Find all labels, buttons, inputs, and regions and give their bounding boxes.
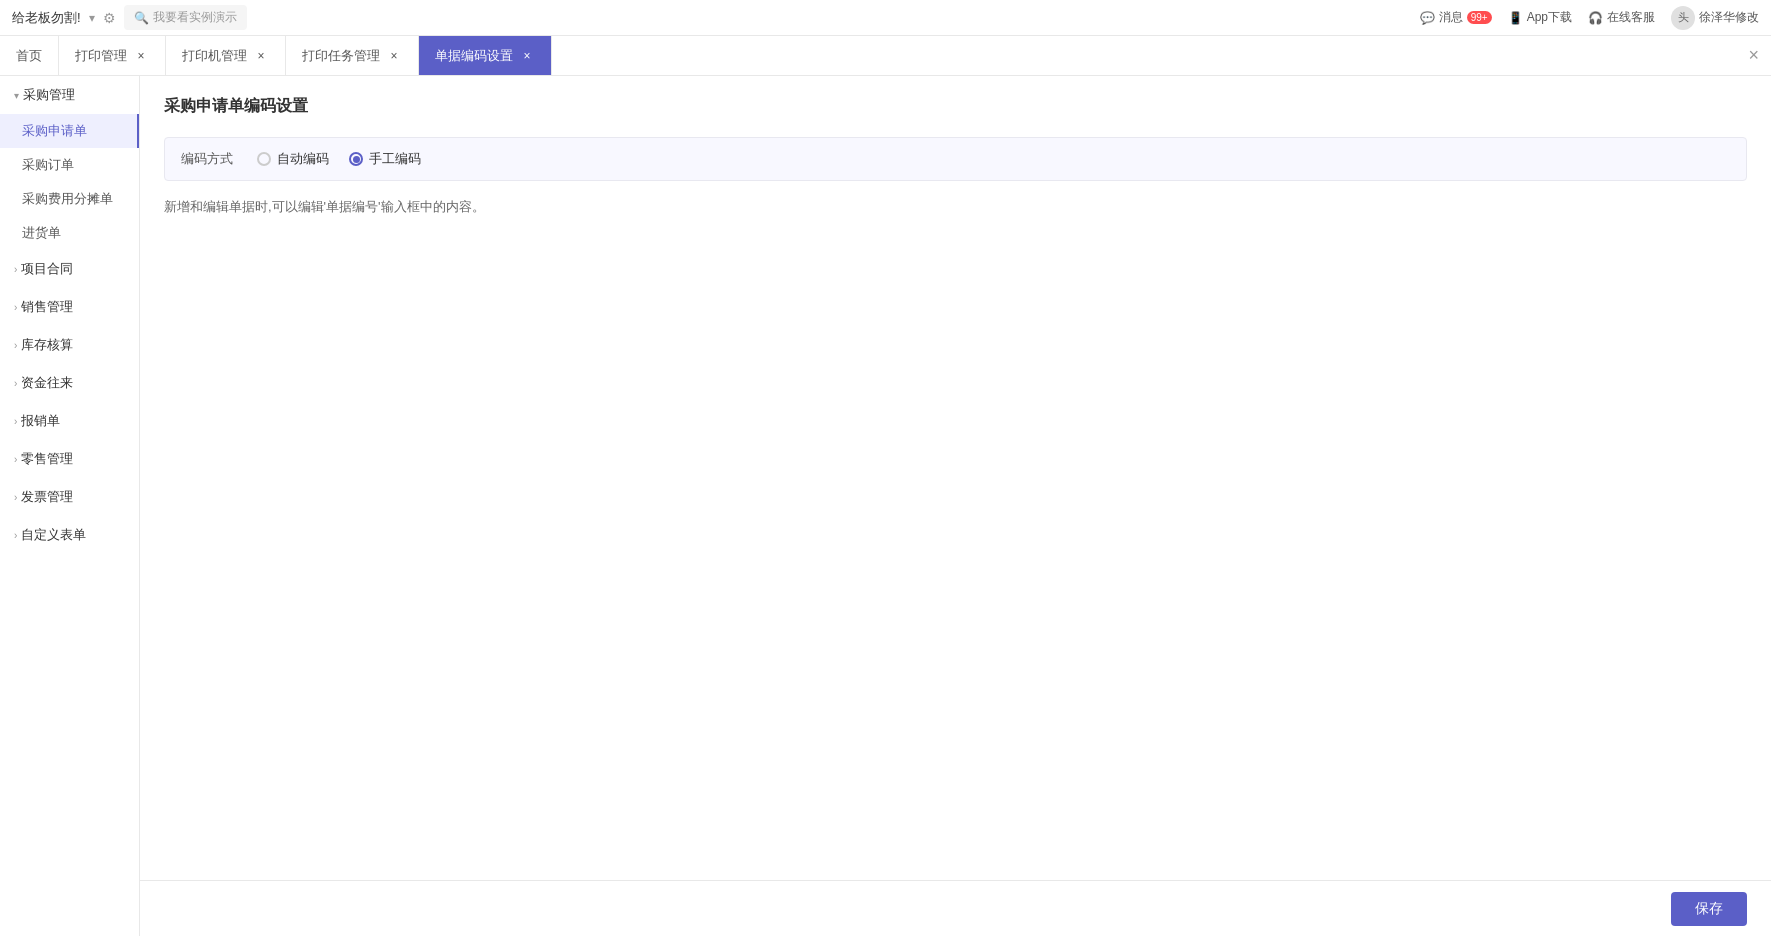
message-label: 消息: [1439, 9, 1463, 26]
tab-print-mgmt[interactable]: 打印管理 ×: [59, 36, 166, 75]
auto-code-radio[interactable]: 自动编码: [257, 150, 329, 168]
tab-printer-mgmt-close[interactable]: ×: [253, 48, 269, 64]
chevron-down-icon: ▾: [14, 90, 19, 101]
sidebar-group-retail-title[interactable]: › 零售管理: [0, 440, 139, 478]
tab-printer-mgmt-label: 打印机管理: [182, 47, 247, 65]
encoding-radio-group: 自动编码 手工编码: [257, 150, 421, 168]
tab-print-mgmt-label: 打印管理: [75, 47, 127, 65]
sidebar-item-purchase-request-label: 采购申请单: [22, 123, 87, 138]
sidebar: ▾ 采购管理 采购申请单 采购订单 采购费用分摊单 进货单 › 项目合同: [0, 76, 140, 936]
user-menu[interactable]: 头 徐泽华修改: [1671, 6, 1759, 30]
tab-print-task-label: 打印任务管理: [302, 47, 380, 65]
tab-home-label: 首页: [16, 47, 42, 65]
save-button[interactable]: 保存: [1671, 892, 1747, 926]
sidebar-item-stock-in-label: 进货单: [22, 225, 61, 240]
sidebar-group-capital: › 资金往来: [0, 364, 139, 402]
chevron-right-icon-3: ›: [14, 340, 17, 351]
search-placeholder: 我要看实例演示: [153, 9, 237, 26]
headset-icon: 🎧: [1588, 11, 1603, 25]
sidebar-group-inventory-title[interactable]: › 库存核算: [0, 326, 139, 364]
tab-voucher-code[interactable]: 单据编码设置 ×: [419, 36, 552, 75]
dropdown-arrow-icon[interactable]: ▾: [89, 11, 95, 25]
app-download-label: App下载: [1527, 9, 1572, 26]
content-area: 采购申请单编码设置 编码方式 自动编码 手工编码 新增和编辑单据时,可以编辑'单…: [140, 76, 1771, 936]
tab-print-task[interactable]: 打印任务管理 ×: [286, 36, 419, 75]
sidebar-item-purchase-order-label: 采购订单: [22, 157, 74, 172]
manual-code-label: 手工编码: [369, 150, 421, 168]
sidebar-group-invoice-title[interactable]: › 发票管理: [0, 478, 139, 516]
close-all-tabs-button[interactable]: ×: [1736, 36, 1771, 75]
sidebar-item-purchase-order[interactable]: 采购订单: [0, 148, 139, 182]
sidebar-group-retail: › 零售管理: [0, 440, 139, 478]
sidebar-group-returns-label: 报销单: [21, 412, 60, 430]
auto-code-radio-circle: [257, 152, 271, 166]
user-name: 徐泽华修改: [1699, 9, 1759, 26]
top-bar-left: 给老板勿割! ▾ ⚙ 🔍 我要看实例演示: [12, 5, 247, 30]
search-bar[interactable]: 🔍 我要看实例演示: [124, 5, 247, 30]
content-main: 采购申请单编码设置 编码方式 自动编码 手工编码 新增和编辑单据时,可以编辑'单…: [140, 76, 1771, 880]
mobile-icon: 📱: [1508, 11, 1523, 25]
sidebar-group-procurement-title[interactable]: ▾ 采购管理: [0, 76, 139, 114]
top-bar-right: 💬 消息 99+ 📱 App下载 🎧 在线客服 头 徐泽华修改: [1420, 6, 1759, 30]
sidebar-group-custom-form-title[interactable]: › 自定义表单: [0, 516, 139, 554]
top-bar: 给老板勿割! ▾ ⚙ 🔍 我要看实例演示 💬 消息 99+ 📱 App下载 🎧 …: [0, 0, 1771, 36]
encoding-section: 编码方式 自动编码 手工编码: [164, 137, 1747, 181]
tab-print-task-close[interactable]: ×: [386, 48, 402, 64]
chevron-right-icon-7: ›: [14, 492, 17, 503]
auto-code-label: 自动编码: [277, 150, 329, 168]
sidebar-group-returns-title[interactable]: › 报销单: [0, 402, 139, 440]
chevron-right-icon-1: ›: [14, 264, 17, 275]
sidebar-item-purchase-expense-label: 采购费用分摊单: [22, 191, 113, 206]
online-service-label: 在线客服: [1607, 9, 1655, 26]
sidebar-group-capital-label: 资金往来: [21, 374, 73, 392]
sidebar-group-capital-title[interactable]: › 资金往来: [0, 364, 139, 402]
chevron-right-icon-6: ›: [14, 454, 17, 465]
online-service-button[interactable]: 🎧 在线客服: [1588, 9, 1655, 26]
app-download-button[interactable]: 📱 App下载: [1508, 9, 1572, 26]
sidebar-group-inventory: › 库存核算: [0, 326, 139, 364]
sidebar-group-sales-label: 销售管理: [21, 298, 73, 316]
tab-voucher-code-label: 单据编码设置: [435, 47, 513, 65]
chevron-right-icon-8: ›: [14, 530, 17, 541]
encoding-label: 编码方式: [181, 150, 233, 168]
sidebar-group-returns: › 报销单: [0, 402, 139, 440]
sidebar-group-procurement-label: 采购管理: [23, 86, 75, 104]
chevron-right-icon-4: ›: [14, 378, 17, 389]
sidebar-group-invoice: › 发票管理: [0, 478, 139, 516]
sidebar-item-purchase-request[interactable]: 采购申请单: [0, 114, 139, 148]
sidebar-group-custom-form: › 自定义表单: [0, 516, 139, 554]
message-button[interactable]: 💬 消息 99+: [1420, 9, 1492, 26]
sidebar-group-project-contract: › 项目合同: [0, 250, 139, 288]
brand-label: 给老板勿割!: [12, 9, 81, 27]
sidebar-group-sales: › 销售管理: [0, 288, 139, 326]
footer-bar: 保存: [140, 880, 1771, 936]
search-icon: 🔍: [134, 11, 149, 25]
sidebar-group-procurement: ▾ 采购管理 采购申请单 采购订单 采购费用分摊单 进货单: [0, 76, 139, 250]
main-layout: ▾ 采购管理 采购申请单 采购订单 采购费用分摊单 进货单 › 项目合同: [0, 76, 1771, 936]
gear-icon[interactable]: ⚙: [103, 10, 116, 26]
manual-code-radio[interactable]: 手工编码: [349, 150, 421, 168]
sidebar-item-purchase-expense[interactable]: 采购费用分摊单: [0, 182, 139, 216]
manual-code-radio-circle: [349, 152, 363, 166]
tab-printer-mgmt[interactable]: 打印机管理 ×: [166, 36, 286, 75]
message-badge: 99+: [1467, 11, 1492, 24]
chevron-right-icon-5: ›: [14, 416, 17, 427]
sidebar-group-retail-label: 零售管理: [21, 450, 73, 468]
sidebar-group-inventory-label: 库存核算: [21, 336, 73, 354]
sidebar-group-project-contract-label: 项目合同: [21, 260, 73, 278]
page-title: 采购申请单编码设置: [164, 96, 1747, 117]
chevron-right-icon-2: ›: [14, 302, 17, 313]
tab-home[interactable]: 首页: [0, 36, 59, 75]
sidebar-group-custom-form-label: 自定义表单: [21, 526, 86, 544]
sidebar-item-stock-in[interactable]: 进货单: [0, 216, 139, 250]
hint-text: 新增和编辑单据时,可以编辑'单据编号'输入框中的内容。: [164, 197, 1747, 218]
message-icon: 💬: [1420, 11, 1435, 25]
sidebar-group-project-contract-title[interactable]: › 项目合同: [0, 250, 139, 288]
tab-bar: 首页 打印管理 × 打印机管理 × 打印任务管理 × 单据编码设置 × ×: [0, 36, 1771, 76]
sidebar-group-invoice-label: 发票管理: [21, 488, 73, 506]
tab-print-mgmt-close[interactable]: ×: [133, 48, 149, 64]
sidebar-group-sales-title[interactable]: › 销售管理: [0, 288, 139, 326]
avatar: 头: [1671, 6, 1695, 30]
tab-voucher-code-close[interactable]: ×: [519, 48, 535, 64]
